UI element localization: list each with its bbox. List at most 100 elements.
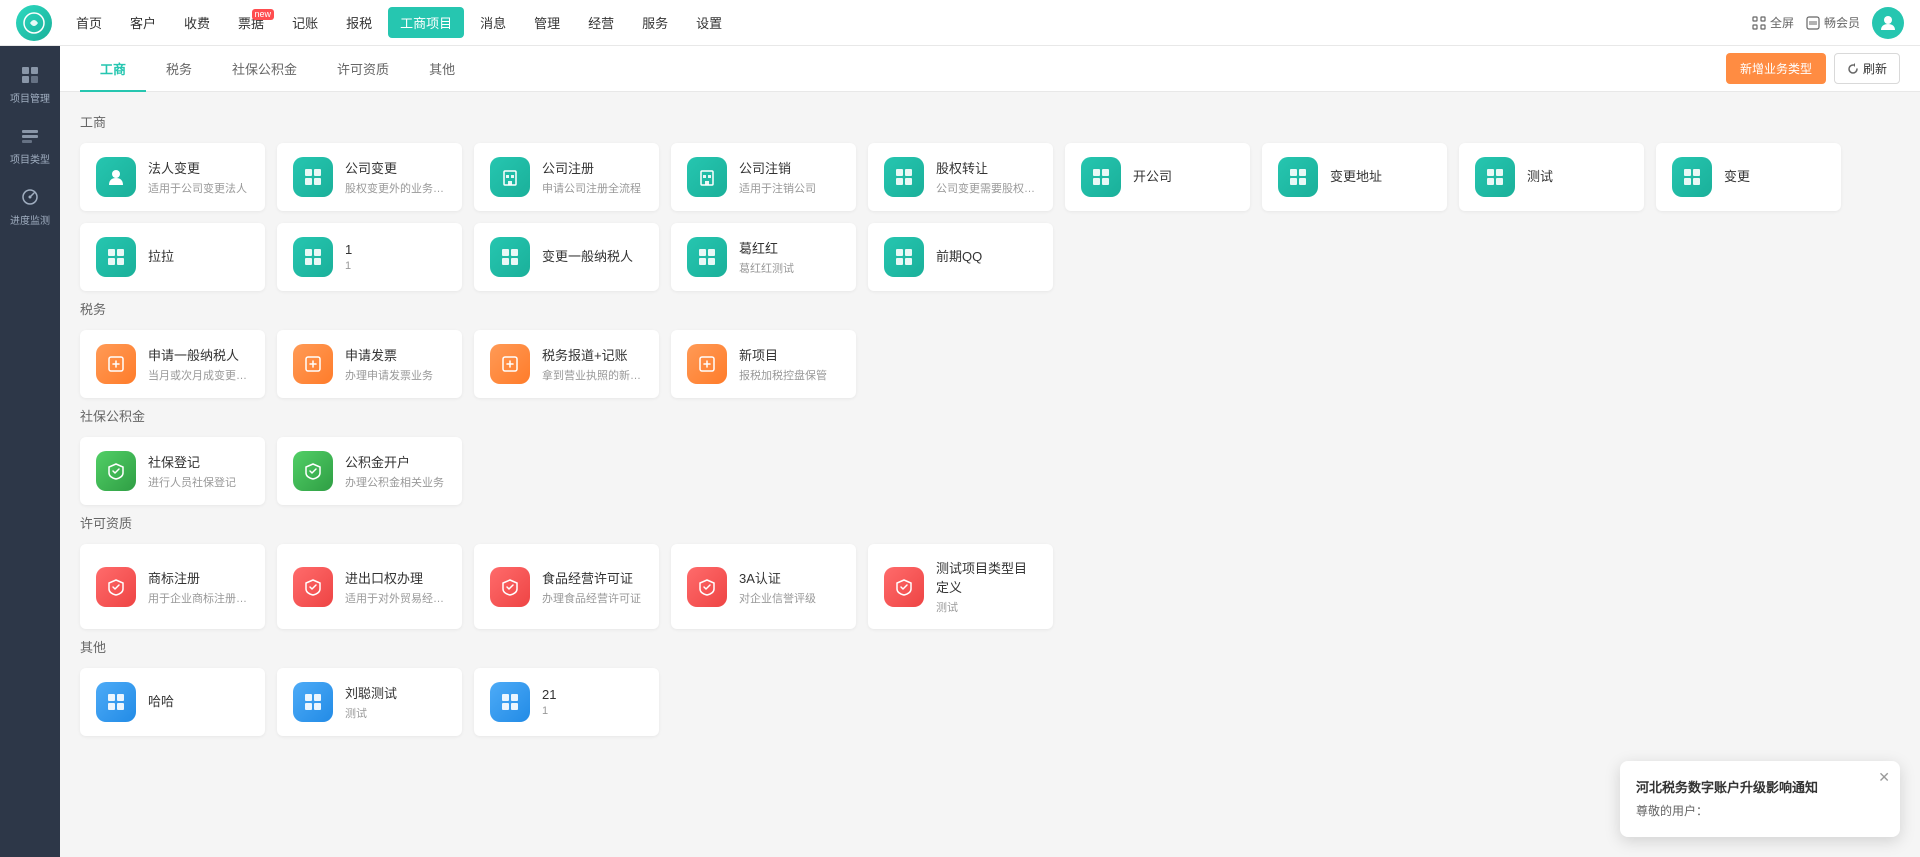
card-商标注册[interactable]: 商标注册用于企业商标注册服务 <box>80 544 265 629</box>
transfer-icon <box>884 157 924 197</box>
tax1-icon <box>96 344 136 384</box>
nav-item-票据[interactable]: 票据new <box>226 7 276 38</box>
section-title: 社保公积金 <box>80 406 1900 425</box>
card-变更一般纳税人[interactable]: 变更一般纳税人 <box>474 223 659 291</box>
card-开公司[interactable]: 开公司 <box>1065 143 1250 211</box>
sub-tabs-right: 新增业务类型 刷新 <box>1726 53 1900 84</box>
card-text-测试项目类型目定义: 测试项目类型目定义测试 <box>936 558 1037 615</box>
card-text-哈哈: 哈哈 <box>148 691 249 713</box>
card-title-label: 3A认证 <box>739 568 840 587</box>
grid5-icon <box>1672 157 1712 197</box>
card-股权转让[interactable]: 股权转让公司变更需要股权转让 <box>868 143 1053 211</box>
nav-item-记账[interactable]: 记账 <box>280 7 330 38</box>
card-desc-label: 进行人员社保登记 <box>148 474 249 490</box>
card-text-股权转让: 股权转让公司变更需要股权转让 <box>936 158 1037 196</box>
vip-label: 畅会员 <box>1824 14 1860 31</box>
card-拉拉[interactable]: 拉拉 <box>80 223 265 291</box>
refresh-button[interactable]: 刷新 <box>1834 53 1900 84</box>
card-21[interactable]: 211 <box>474 668 659 736</box>
cards-grid-税务: 申请一般纳税人当月或次月成变更完成 申请发票办理申请发票业务 税务报道+记账拿到… <box>80 330 1900 398</box>
card-测试[interactable]: 测试 <box>1459 143 1644 211</box>
card-text-社保登记: 社保登记进行人员社保登记 <box>148 452 249 490</box>
sub-tab-许可资质[interactable]: 许可资质 <box>317 47 409 92</box>
fullscreen-btn[interactable]: 全屏 <box>1752 14 1794 31</box>
card-社保登记[interactable]: 社保登记进行人员社保登记 <box>80 437 265 505</box>
card-title-label: 社保登记 <box>148 452 249 471</box>
cards-grid-其他: 哈哈 刘聪测试测试 211 <box>80 668 1900 736</box>
card-公司注册[interactable]: 公司注册申请公司注册全流程 <box>474 143 659 211</box>
sub-tab-税务[interactable]: 税务 <box>146 47 212 92</box>
sub-tab-工商[interactable]: 工商 <box>80 47 146 92</box>
nav-item-工商项目[interactable]: 工商项目 <box>388 7 464 38</box>
card-title-label: 葛红红 <box>739 238 840 257</box>
card-desc-label: 报税加税控盘保管 <box>739 367 840 383</box>
card-公积金开户[interactable]: 公积金开户办理公积金相关业务 <box>277 437 462 505</box>
nav-item-服务[interactable]: 服务 <box>630 7 680 38</box>
sub-tabs: 工商税务社保公积金许可资质其他 新增业务类型 刷新 <box>60 46 1920 92</box>
card-desc-label: 1 <box>345 260 446 272</box>
card-食品经营许可证[interactable]: 食品经营许可证办理食品经营许可证 <box>474 544 659 629</box>
card-公司变更[interactable]: 公司变更股权变更外的业务变更 <box>277 143 462 211</box>
card-title-label: 哈哈 <box>148 691 249 710</box>
card-title-label: 变更 <box>1724 166 1825 185</box>
sidebar-item-2[interactable]: 进度监测 <box>0 176 60 237</box>
card-哈哈[interactable]: 哈哈 <box>80 668 265 736</box>
sub-tab-社保公积金[interactable]: 社保公积金 <box>212 47 317 92</box>
sidebar-item-0[interactable]: 项目管理 <box>0 54 60 115</box>
add-type-button[interactable]: 新增业务类型 <box>1726 53 1826 84</box>
card-测试项目类型目定义[interactable]: 测试项目类型目定义测试 <box>868 544 1053 629</box>
sub-tab-其他[interactable]: 其他 <box>409 47 475 92</box>
card-3A认证[interactable]: 3A认证对企业信誉评级 <box>671 544 856 629</box>
card-新项目[interactable]: 新项目报税加税控盘保管 <box>671 330 856 398</box>
nav-item-管理[interactable]: 管理 <box>522 7 572 38</box>
card-进出口权办理[interactable]: 进出口权办理适用于对外贸易经营者 <box>277 544 462 629</box>
new-badge: new <box>252 9 275 20</box>
nav-item-设置[interactable]: 设置 <box>684 7 734 38</box>
card-刘聪测试[interactable]: 刘聪测试测试 <box>277 668 462 736</box>
card-desc-label: 办理申请发票业务 <box>345 367 446 383</box>
sidebar-label-1: 项目类型 <box>10 151 50 166</box>
section-title: 许可资质 <box>80 513 1900 532</box>
sidebar-label-0: 项目管理 <box>10 90 50 105</box>
section-税务: 税务 申请一般纳税人当月或次月成变更完成 申请发票办理申请发票业务 税务报道+记… <box>80 299 1900 398</box>
cards-grid-社保公积金: 社保登记进行人员社保登记 公积金开户办理公积金相关业务 <box>80 437 1900 505</box>
nav-item-报税[interactable]: 报税 <box>334 7 384 38</box>
card-变更[interactable]: 变更 <box>1656 143 1841 211</box>
nav-item-经营[interactable]: 经营 <box>576 7 626 38</box>
grid6-icon <box>96 237 136 277</box>
card-1[interactable]: 11 <box>277 223 462 291</box>
sub-tabs-left: 工商税务社保公积金许可资质其他 <box>80 47 475 91</box>
vip-btn[interactable]: 畅会员 <box>1806 14 1860 31</box>
notification-title: 河北税务数字账户升级影响通知 <box>1636 777 1884 796</box>
nav-item-客户[interactable]: 客户 <box>118 7 168 38</box>
card-desc-label: 对企业信誉评级 <box>739 590 840 606</box>
card-法人变更[interactable]: 法人变更适用于公司变更法人 <box>80 143 265 211</box>
card-变更地址[interactable]: 变更地址 <box>1262 143 1447 211</box>
fullscreen-label: 全屏 <box>1770 14 1794 31</box>
sidebar-icon-0 <box>19 64 41 86</box>
card-申请一般纳税人[interactable]: 申请一般纳税人当月或次月成变更完成 <box>80 330 265 398</box>
card-税务报道+记账[interactable]: 税务报道+记账拿到营业执照的新公司 <box>474 330 659 398</box>
card-title-label: 测试 <box>1527 166 1628 185</box>
section-许可资质: 许可资质 商标注册用于企业商标注册服务 进出口权办理适用于对外贸易经营者 食品经… <box>80 513 1900 629</box>
card-申请发票[interactable]: 申请发票办理申请发票业务 <box>277 330 462 398</box>
card-text-1: 11 <box>345 242 446 272</box>
card-title-label: 申请发票 <box>345 345 446 364</box>
nav-item-收费[interactable]: 收费 <box>172 7 222 38</box>
card-title-label: 法人变更 <box>148 158 249 177</box>
notification-close-button[interactable]: ✕ <box>1878 769 1890 786</box>
card-葛红红[interactable]: 葛红红葛红红测试 <box>671 223 856 291</box>
card-text-法人变更: 法人变更适用于公司变更法人 <box>148 158 249 196</box>
nav-item-首页[interactable]: 首页 <box>64 7 114 38</box>
card-text-变更地址: 变更地址 <box>1330 166 1431 188</box>
building-icon <box>490 157 530 197</box>
vip-icon <box>1806 16 1820 30</box>
tax2-icon <box>293 344 333 384</box>
nav-item-消息[interactable]: 消息 <box>468 7 518 38</box>
avatar[interactable] <box>1872 7 1904 39</box>
card-公司注销[interactable]: 公司注销适用于注销公司 <box>671 143 856 211</box>
card-前期QQ[interactable]: 前期QQ <box>868 223 1053 291</box>
card-text-税务报道+记账: 税务报道+记账拿到营业执照的新公司 <box>542 345 643 383</box>
sidebar-item-1[interactable]: 项目类型 <box>0 115 60 176</box>
card-title-label: 公司变更 <box>345 158 446 177</box>
